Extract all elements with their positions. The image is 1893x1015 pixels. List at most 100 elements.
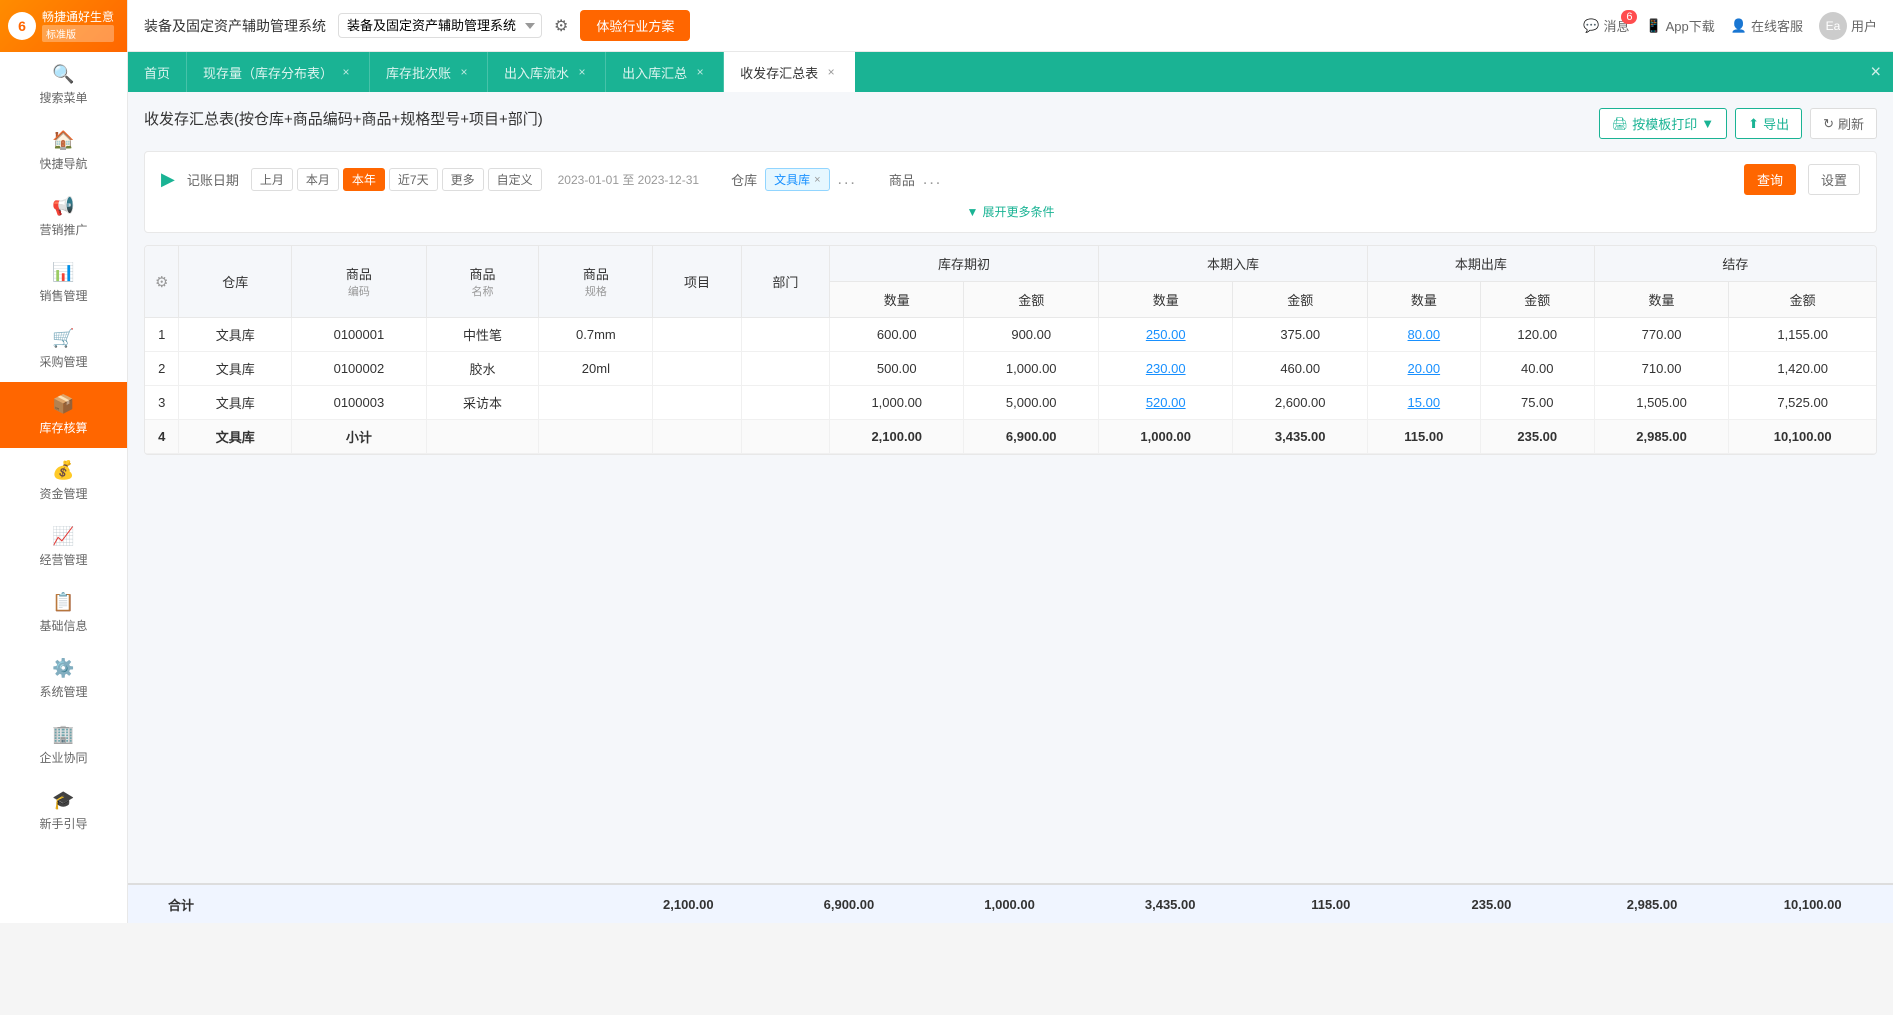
row-code: 0100002 xyxy=(292,352,427,386)
row-warehouse: 文具库 xyxy=(179,352,292,386)
row-open-amt: 1,000.00 xyxy=(964,352,1098,386)
sales-icon: 📊 xyxy=(52,262,74,283)
date-btn-7days[interactable]: 近7天 xyxy=(389,168,438,191)
row-out-amt: 40.00 xyxy=(1480,352,1594,386)
th-settings[interactable]: ⚙ xyxy=(145,246,179,318)
th-project: 项目 xyxy=(653,246,741,318)
row-in-qty[interactable]: 250.00 xyxy=(1098,318,1232,352)
filter-arrow-icon[interactable]: ▶ xyxy=(161,169,175,190)
refresh-btn[interactable]: ↻ 刷新 xyxy=(1810,108,1877,139)
row-bal-qty: 2,985.00 xyxy=(1594,420,1728,454)
sidebar-item-purchase[interactable]: 🛒 采购管理 xyxy=(0,316,127,382)
logo-text: 畅捷通好生意 xyxy=(42,10,114,26)
row-out-qty[interactable]: 20.00 xyxy=(1367,352,1480,386)
sidebar-item-quick[interactable]: 🏠 快捷导航 xyxy=(0,118,127,184)
sidebar-item-marketing[interactable]: 📢 营销推广 xyxy=(0,184,127,250)
sidebar-item-system[interactable]: ⚙️ 系统管理 xyxy=(0,646,127,712)
th-opening: 库存期初 xyxy=(830,246,1099,282)
tab-stock-close[interactable]: × xyxy=(339,65,353,79)
total-bal-qty: 2,985.00 xyxy=(1572,897,1733,912)
tab-batch-close[interactable]: × xyxy=(457,65,471,79)
tab-balance-close[interactable]: × xyxy=(824,65,838,79)
settings-gear-icon[interactable]: ⚙ xyxy=(554,16,568,36)
sidebar-item-purchase-label: 采购管理 xyxy=(39,353,87,370)
row-out-amt: 235.00 xyxy=(1480,420,1594,454)
row-in-amt: 375.00 xyxy=(1233,318,1367,352)
row-in-qty[interactable]: 520.00 xyxy=(1098,386,1232,420)
th-warehouse: 仓库 xyxy=(179,246,292,318)
query-label: 查询 xyxy=(1757,170,1783,189)
settings-side-btn[interactable]: 设置 xyxy=(1808,164,1860,195)
th-open-amt: 金额 xyxy=(964,282,1098,318)
warehouse-tag-close[interactable]: × xyxy=(814,174,820,186)
date-btn-prev-month[interactable]: 上月 xyxy=(251,168,293,191)
th-dept: 部门 xyxy=(741,246,829,318)
service-icon: 👤 xyxy=(1731,18,1747,34)
print-btn[interactable]: 🖨 按模板打印 ▼ xyxy=(1599,108,1727,139)
tab-flow-label: 出入库流水 xyxy=(504,63,569,82)
page-title: 收发存汇总表(按仓库+商品编码+商品+规格型号+项目+部门) xyxy=(144,108,543,129)
row-spec: 20ml xyxy=(539,352,653,386)
sidebar-item-inventory[interactable]: 📦 库存核算 xyxy=(0,382,127,448)
row-out-qty[interactable]: 80.00 xyxy=(1367,318,1480,352)
date-btn-cur-year[interactable]: 本年 xyxy=(343,168,385,191)
online-service-btn[interactable]: 👤 在线客服 xyxy=(1731,16,1803,35)
row-out-amt: 75.00 xyxy=(1480,386,1594,420)
th-in: 本期入库 xyxy=(1098,246,1367,282)
data-table: ⚙ 仓库 商品编码 商品名称 商品规格 项目 部门 库存期初 本期入库 本期出库… xyxy=(145,246,1876,454)
sidebar-item-enterprise[interactable]: 🏢 企业协同 xyxy=(0,712,127,778)
sidebar-item-basic[interactable]: 📋 基础信息 xyxy=(0,580,127,646)
tab-flow-close[interactable]: × xyxy=(575,65,589,79)
sidebar-item-inventory-label: 库存核算 xyxy=(39,419,87,436)
date-btn-more[interactable]: 更多 xyxy=(442,168,484,191)
table-gear-icon[interactable]: ⚙ xyxy=(155,274,168,291)
user-label: 用户 xyxy=(1851,16,1877,35)
tab-summary-close[interactable]: × xyxy=(693,65,707,79)
tab-balance[interactable]: 收发存汇总表 × xyxy=(724,52,855,92)
message-icon: 💬 xyxy=(1583,18,1599,34)
trial-button[interactable]: 体验行业方案 xyxy=(580,10,690,41)
expand-more-btn[interactable]: ▼ 展开更多条件 xyxy=(967,203,1055,220)
message-btn[interactable]: 💬 消息 6 xyxy=(1583,16,1629,35)
system-selector[interactable]: 装备及固定资产辅助管理系统 xyxy=(338,13,542,38)
user-menu[interactable]: Ea 用户 xyxy=(1819,12,1877,40)
tab-flow[interactable]: 出入库流水 × xyxy=(488,52,606,92)
th-in-amt: 金额 xyxy=(1233,282,1367,318)
sidebar-item-guide[interactable]: 🎓 新手引导 xyxy=(0,778,127,844)
app-download-label: App下载 xyxy=(1666,16,1715,35)
row-bal-amt: 7,525.00 xyxy=(1729,386,1876,420)
row-num: 2 xyxy=(145,352,179,386)
row-in-qty[interactable]: 230.00 xyxy=(1098,352,1232,386)
date-btn-cur-month[interactable]: 本月 xyxy=(297,168,339,191)
sidebar-item-business[interactable]: 📈 经营管理 xyxy=(0,514,127,580)
row-open-amt: 900.00 xyxy=(964,318,1098,352)
sidebar-item-sales[interactable]: 📊 销售管理 xyxy=(0,250,127,316)
row-open-amt: 6,900.00 xyxy=(964,420,1098,454)
export-btn[interactable]: ⬆ 导出 xyxy=(1735,108,1802,139)
app-download-btn[interactable]: 📱 App下载 xyxy=(1645,16,1714,35)
tab-summary[interactable]: 出入库汇总 × xyxy=(606,52,724,92)
avatar: Ea xyxy=(1819,12,1847,40)
sidebar-item-finance[interactable]: 💰 资金管理 xyxy=(0,448,127,514)
row-open-amt: 5,000.00 xyxy=(964,386,1098,420)
warehouse-more-btn[interactable]: ... xyxy=(838,171,857,189)
tab-batch[interactable]: 库存批次账 × xyxy=(370,52,488,92)
tab-balance-label: 收发存汇总表 xyxy=(740,63,818,82)
tabbar-close-icon[interactable]: × xyxy=(1870,62,1881,83)
message-badge: 6 xyxy=(1621,10,1637,24)
row-code: 0100003 xyxy=(292,386,427,420)
tab-stock[interactable]: 现存量（库存分布表） × xyxy=(187,52,370,92)
sidebar-item-guide-label: 新手引导 xyxy=(39,815,87,832)
warehouse-tag: 文具库 × xyxy=(765,168,829,191)
goods-label: 商品 xyxy=(889,170,915,189)
row-project xyxy=(653,352,741,386)
sidebar-item-search[interactable]: 🔍 搜索菜单 xyxy=(0,52,127,118)
row-dept xyxy=(741,318,829,352)
row-bal-amt: 1,420.00 xyxy=(1729,352,1876,386)
date-btn-custom[interactable]: 自定义 xyxy=(488,168,542,191)
tab-home[interactable]: 首页 xyxy=(128,52,187,92)
row-out-qty[interactable]: 15.00 xyxy=(1367,386,1480,420)
enterprise-icon: 🏢 xyxy=(52,724,74,745)
goods-more-btn[interactable]: ... xyxy=(923,171,942,189)
query-btn[interactable]: 查询 xyxy=(1744,164,1796,195)
